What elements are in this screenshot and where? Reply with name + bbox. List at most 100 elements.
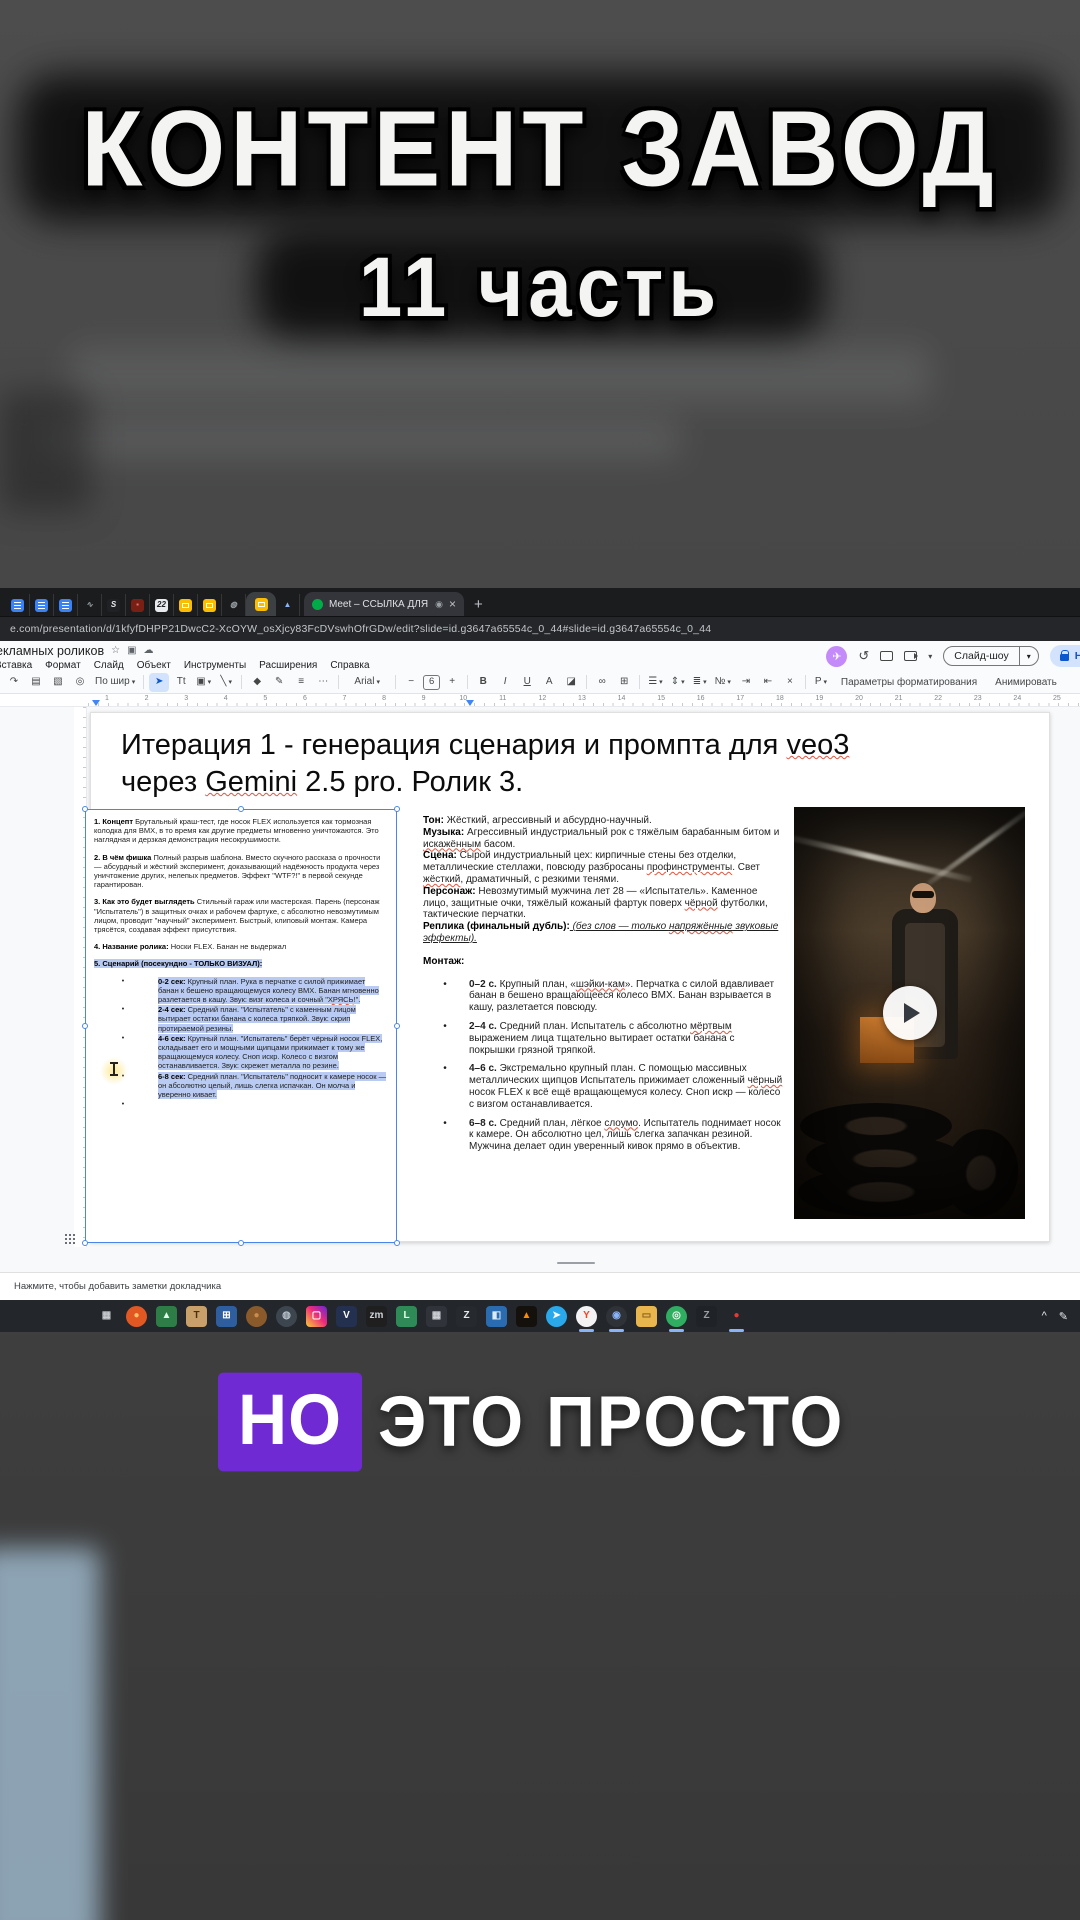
grid-handle-icon[interactable]	[64, 1233, 76, 1245]
share-button[interactable]: Нас	[1049, 645, 1080, 667]
pinned-tab-docs-3[interactable]	[54, 594, 78, 616]
pinned-tab-wave-app[interactable]: ∿	[78, 594, 102, 616]
slideshow-button[interactable]: Слайд-шоу ▾	[943, 646, 1039, 666]
menu-справка[interactable]: Справка	[330, 660, 369, 671]
menu-инструменты[interactable]: Инструменты	[184, 660, 246, 671]
pinned-tab-red-app[interactable]: ▪	[126, 594, 150, 616]
insert-line-button[interactable]: ╲ ▾	[216, 673, 236, 692]
border-weight-button[interactable]: ≡	[291, 673, 311, 692]
taskbar-v-app-icon[interactable]: V	[336, 1305, 357, 1327]
zoom-tool-button[interactable]: ◎	[70, 673, 90, 692]
tray-chevron-icon[interactable]: ^	[1042, 1310, 1047, 1322]
resize-handle[interactable]	[82, 1023, 88, 1029]
resize-handle[interactable]	[394, 1240, 400, 1246]
address-bar[interactable]: e.com/presentation/d/1kfyfDHPP21DwcC2-Xc…	[0, 616, 1080, 641]
taskbar-z-app-2-icon[interactable]: Z	[696, 1305, 717, 1327]
meet-camera-icon[interactable]	[904, 651, 919, 661]
bold-button[interactable]: B	[473, 673, 493, 692]
taskbar-instagram-icon[interactable]: ▢	[306, 1305, 327, 1327]
text-box-button[interactable]: Tt	[171, 673, 191, 692]
move-folder-icon[interactable]: ▣	[127, 645, 136, 656]
taskbar-calculator-icon[interactable]: ▦	[426, 1305, 447, 1327]
animate-button[interactable]: Анимировать	[987, 677, 1065, 688]
version-history-icon[interactable]: ↺	[858, 648, 869, 664]
fill-color-button[interactable]: ◆	[247, 673, 267, 692]
line-spacing-button[interactable]: ⇕ ▾	[668, 673, 688, 692]
insert-link-button[interactable]: ∞	[592, 673, 612, 692]
slide-canvas[interactable]: Итерация 1 - генерация сценария и промпт…	[82, 712, 1050, 1246]
slide-video-thumbnail[interactable]	[794, 807, 1025, 1219]
insert-image-button[interactable]: ▣ ▾	[193, 673, 214, 692]
font-size-decrease-button[interactable]: −	[401, 673, 421, 692]
right-textbox[interactable]: Тон: Жёсткий, агрессивный и абсурдно-нау…	[423, 815, 783, 1153]
indent-increase-button[interactable]: ⇥	[736, 673, 756, 692]
resize-handle[interactable]	[238, 1240, 244, 1246]
highlight-color-button[interactable]: ◪	[561, 673, 581, 692]
pinned-tab-slides-2[interactable]	[198, 594, 222, 616]
taskbar-bear-app-icon[interactable]: ●	[246, 1305, 267, 1327]
bulleted-list-button[interactable]: ≣ ▾	[690, 673, 710, 692]
left-textbox-selected[interactable]: 1. Концепт Брутальный краш-тест, где нос…	[82, 806, 400, 1246]
taskbar-blue-tiles-app-icon[interactable]: ⊞	[216, 1305, 237, 1327]
resize-handle[interactable]	[394, 806, 400, 812]
resize-handle[interactable]	[238, 806, 244, 812]
format-options-button[interactable]: Параметры форматирования	[833, 677, 985, 688]
taskbar-yandex-browser-icon[interactable]: Y	[576, 1305, 597, 1332]
select-cursor-button[interactable]: ➤	[149, 672, 170, 692]
resize-handle[interactable]	[82, 806, 88, 812]
menu-объект[interactable]: Объект	[137, 660, 171, 671]
taskbar-task-view-icon[interactable]: ▦	[96, 1306, 117, 1327]
slideshow-dropdown-icon[interactable]: ▾	[1018, 647, 1038, 665]
tray-pen-icon[interactable]: ✎	[1059, 1310, 1068, 1323]
new-tab-button[interactable]: +	[464, 592, 493, 616]
pinned-tab-triangle-app[interactable]: ▲	[276, 594, 300, 616]
tab-meet[interactable]: Meet – ССЫЛКА ДЛЯ ВСТР ◉ ×	[304, 592, 464, 616]
numbered-list-button[interactable]: № ▾	[712, 673, 734, 692]
comments-icon[interactable]	[880, 651, 894, 661]
formatting-menu-button[interactable]: P ▾	[811, 673, 831, 692]
menu-вставка[interactable]: Вставка	[0, 660, 32, 671]
doc-title[interactable]: екламных роликов	[0, 644, 104, 658]
play-button[interactable]	[882, 986, 937, 1040]
text-color-button[interactable]: A	[539, 673, 559, 692]
font-family-button[interactable]: Arial ▾	[344, 673, 390, 692]
taskbar-z-app-1-icon[interactable]: Z	[456, 1305, 477, 1327]
taskbar-photos-app-icon[interactable]: ◧	[486, 1305, 507, 1327]
tab-close-icon[interactable]: ×	[449, 597, 456, 611]
pinned-tab-docs-1[interactable]	[6, 594, 30, 616]
redo-button[interactable]: ↷	[4, 673, 24, 692]
taskbar-green-shield-app-icon[interactable]: ▲	[156, 1305, 177, 1327]
font-size-button[interactable]: 6	[423, 674, 441, 690]
zoom-level-button[interactable]: По шир ▾	[92, 673, 138, 692]
insert-comment-button[interactable]: ⊞	[614, 673, 634, 692]
resize-handle[interactable]	[394, 1023, 400, 1029]
camera-dropdown-icon[interactable]: ▾	[928, 652, 932, 661]
menu-формат[interactable]: Формат	[45, 660, 81, 671]
taskbar-globe-app-icon[interactable]: ◍	[276, 1305, 297, 1327]
print-button[interactable]: ▤	[26, 673, 46, 692]
border-color-button[interactable]: ✎	[269, 673, 289, 692]
pinned-tab-docs-2[interactable]	[30, 594, 54, 616]
star-icon[interactable]: ☆	[111, 645, 120, 656]
taskbar-leaf-app-icon[interactable]: L	[396, 1305, 417, 1327]
menu-расширения[interactable]: Расширения	[259, 660, 317, 671]
align-button[interactable]: ☰ ▾	[645, 673, 665, 692]
paint-format-button[interactable]: ▧	[48, 673, 68, 692]
taskbar-browser-flame-icon[interactable]: ●	[126, 1305, 147, 1327]
speaker-notes[interactable]: Нажмите, чтобы добавить заметки докладчи…	[0, 1272, 1080, 1300]
pinned-tab-slides-current[interactable]	[246, 592, 276, 616]
taskbar-vlc-icon[interactable]: ▲	[516, 1305, 537, 1327]
taskbar-disc-app-icon[interactable]: ◎	[666, 1305, 687, 1332]
taskbar-chrome-icon[interactable]: ◉	[606, 1305, 627, 1332]
taskbar-paint-app-icon[interactable]: T	[186, 1305, 207, 1327]
taskbar-telegram-icon[interactable]: ➤	[546, 1305, 567, 1327]
pinned-tab-calendar-22[interactable]: 22	[150, 594, 174, 616]
indent-decrease-button[interactable]: ⇤	[758, 673, 778, 692]
taskbar-obs-record-icon[interactable]: ●	[726, 1305, 747, 1332]
avatar[interactable]: ✈	[826, 645, 848, 667]
slide-title[interactable]: Итерация 1 - генерация сценария и промпт…	[121, 727, 1031, 801]
pinned-tab-slides-1[interactable]	[174, 594, 198, 616]
menu-слайд[interactable]: Слайд	[94, 660, 124, 671]
pinned-tab-s-app[interactable]: S	[102, 594, 126, 616]
resize-handle[interactable]	[82, 1240, 88, 1246]
